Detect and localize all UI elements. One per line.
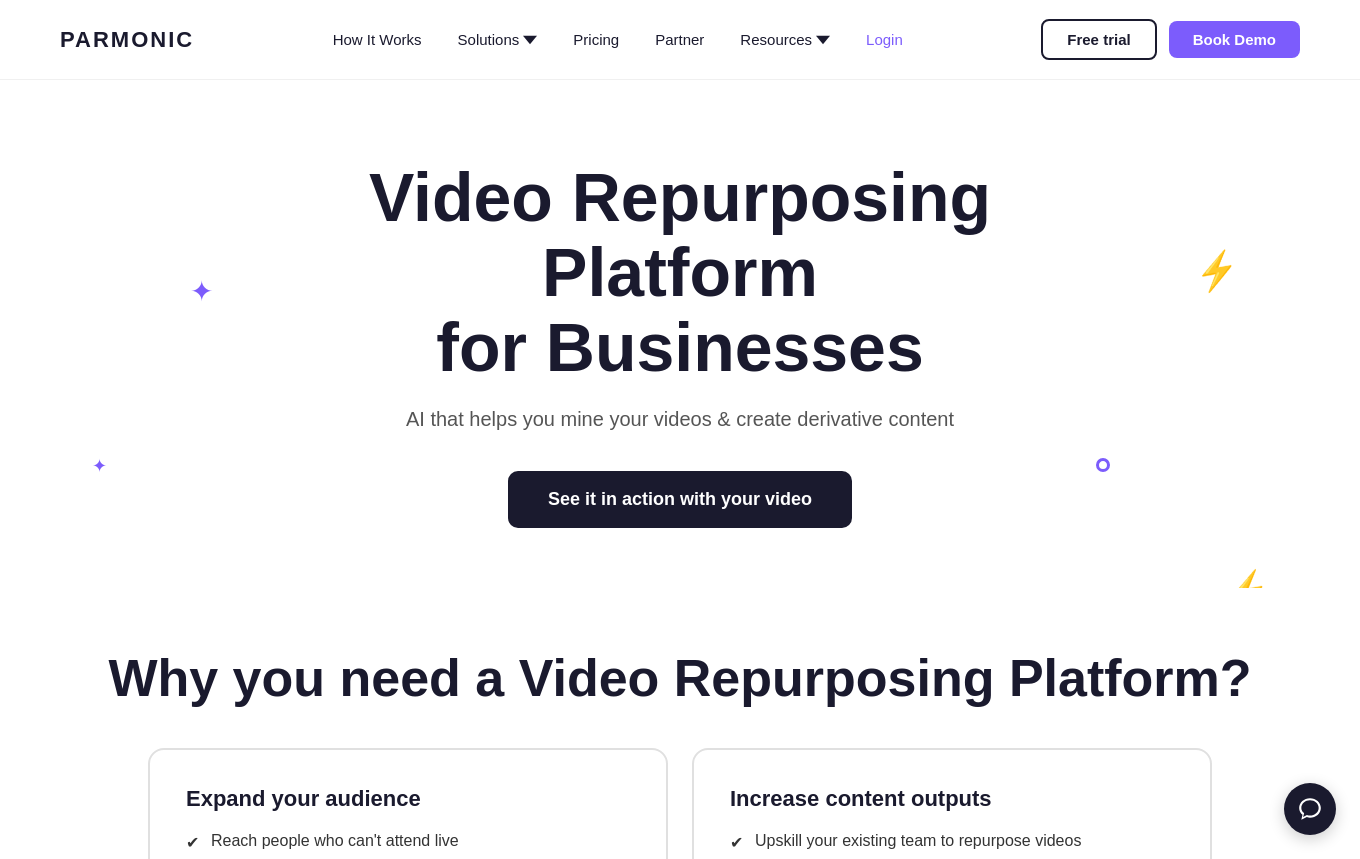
- list-item: ✔ Upskill your existing team to repurpos…: [730, 830, 1174, 854]
- circle-decoration-right: [1096, 458, 1110, 472]
- nav-resources[interactable]: Resources: [740, 31, 830, 48]
- check-icon: ✔: [186, 832, 199, 854]
- hero-subtitle: AI that helps you mine your videos & cre…: [406, 408, 954, 431]
- card-increase-item-1: Upskill your existing team to repurpose …: [755, 830, 1081, 852]
- nav-how-it-works[interactable]: How It Works: [333, 31, 422, 48]
- bolt-decoration-green-right: ⚡: [1220, 566, 1274, 588]
- nav-partner[interactable]: Partner: [655, 31, 704, 48]
- hero-section: ✦ ✦ ⚡ ⚡ ⚡ Video Repurposing Platform for…: [0, 80, 1360, 588]
- card-increase-content: Increase content outputs ✔ Upskill your …: [692, 748, 1212, 859]
- card-expand-item-1: Reach people who can't attend live: [211, 830, 459, 852]
- why-title: Why you need a Video Repurposing Platfor…: [60, 648, 1300, 708]
- star-decoration-small: ✦: [92, 455, 107, 477]
- chat-icon: [1297, 796, 1323, 822]
- why-cards-row: Expand your audience ✔ Reach people who …: [60, 748, 1300, 859]
- navbar: PARMONIC How It Works Solutions Pricing …: [0, 0, 1360, 80]
- nav-actions: Free trial Book Demo: [1041, 19, 1300, 60]
- logo: PARMONIC: [60, 27, 194, 53]
- free-trial-button[interactable]: Free trial: [1041, 19, 1156, 60]
- why-section: Why you need a Video Repurposing Platfor…: [0, 588, 1360, 859]
- nav-links: How It Works Solutions Pricing Partner R…: [333, 31, 903, 48]
- nav-login[interactable]: Login: [866, 31, 903, 48]
- hero-title: Video Repurposing Platform for Businesse…: [230, 160, 1130, 384]
- chat-widget-button[interactable]: [1284, 783, 1336, 835]
- chevron-down-icon: [523, 33, 537, 47]
- book-demo-button[interactable]: Book Demo: [1169, 21, 1300, 58]
- card-expand-heading: Expand your audience: [186, 786, 630, 812]
- card-increase-heading: Increase content outputs: [730, 786, 1174, 812]
- list-item: ✔ Reach people who can't attend live: [186, 830, 630, 854]
- card-expand-audience: Expand your audience ✔ Reach people who …: [148, 748, 668, 859]
- bolt-decoration-top-right: ⚡: [1192, 246, 1244, 295]
- chevron-down-icon-2: [816, 33, 830, 47]
- star-decoration-left: ✦: [190, 275, 213, 308]
- check-icon-2: ✔: [730, 832, 743, 854]
- hero-cta-button[interactable]: See it in action with your video: [508, 471, 852, 528]
- nav-pricing[interactable]: Pricing: [573, 31, 619, 48]
- nav-solutions[interactable]: Solutions: [458, 31, 538, 48]
